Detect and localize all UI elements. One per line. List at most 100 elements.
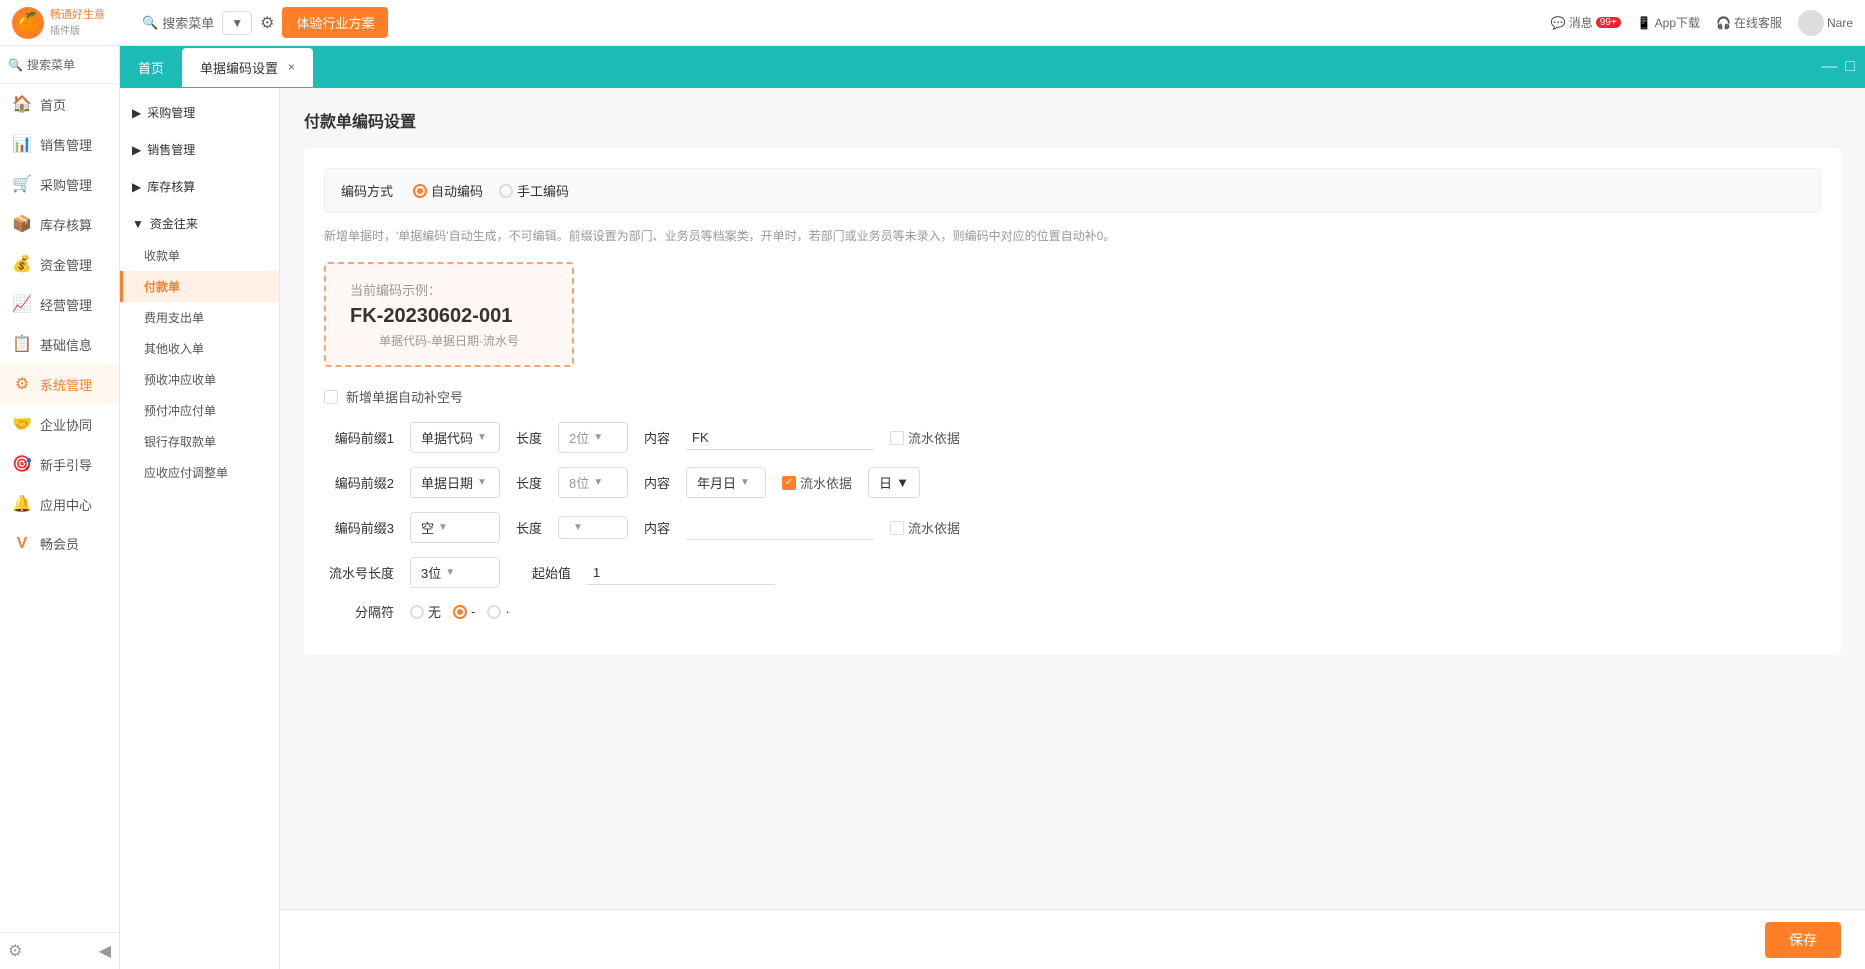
sidebar-bottom: ⚙ ◀ xyxy=(0,932,119,969)
chevron-down-icon: ▼ xyxy=(896,475,909,490)
sidebar-search[interactable]: 🔍 搜索菜单 xyxy=(0,46,119,84)
sub-item-prepay-receivable[interactable]: 预收冲应收单 xyxy=(120,364,279,395)
length3-select[interactable]: ▼ xyxy=(558,516,628,539)
length2-select[interactable]: 8位 ▼ xyxy=(558,467,628,498)
preview-label: 当前编码示例： xyxy=(350,283,441,298)
radio-auto-label: 自动编码 xyxy=(431,181,483,200)
serial-length-select[interactable]: 3位 ▼ xyxy=(410,557,500,588)
content2-label: 内容 xyxy=(644,473,670,492)
sep-dot2[interactable]: · xyxy=(487,604,509,619)
radio-auto[interactable]: 自动编码 xyxy=(413,181,483,200)
page-title: 付款单编码设置 xyxy=(304,108,1841,132)
content3-input[interactable] xyxy=(686,516,874,540)
search-icon: 🔍 xyxy=(142,15,158,31)
sidebar-item-appstore[interactable]: 🔔 应用中心 xyxy=(0,484,119,524)
service-icon: 🎧 xyxy=(1716,16,1731,30)
sidebar-item-guide[interactable]: 🎯 新手引导 xyxy=(0,444,119,484)
message-badge: 99+ xyxy=(1596,17,1621,28)
start-value-input[interactable] xyxy=(587,561,775,585)
tab-home-label: 首页 xyxy=(138,58,164,77)
serial3-label: 流水依据 xyxy=(908,518,960,537)
sub-item-adjustment[interactable]: 应收应付调整单 xyxy=(120,457,279,488)
message-icon: 💬 xyxy=(1551,16,1566,30)
minimize-icon[interactable]: — xyxy=(1821,58,1837,76)
tab-close-icon[interactable]: × xyxy=(288,60,295,74)
settings-bottom-icon[interactable]: ⚙ xyxy=(8,941,22,961)
radio-manual[interactable]: 手工编码 xyxy=(499,181,569,200)
sidebar-item-vip[interactable]: V 畅会员 xyxy=(0,524,119,563)
length1-select[interactable]: 2位 ▼ xyxy=(558,422,628,453)
sidebar-item-inventory[interactable]: 📦 库存核算 xyxy=(0,204,119,244)
serial2-check[interactable]: ✓ 流水依据 xyxy=(782,473,852,492)
finance-icon: 💰 xyxy=(12,254,32,274)
sidebar-item-purchase[interactable]: 🛒 采购管理 xyxy=(0,164,119,204)
layout: 🔍 搜索菜单 🏠 首页 📊 销售管理 🛒 采购管理 📦 库存核算 💰 资金管理 … xyxy=(0,46,1865,969)
sidebar-item-system[interactable]: ⚙ 系统管理 xyxy=(0,364,119,404)
sidebar-item-sales[interactable]: 📊 销售管理 xyxy=(0,124,119,164)
serial1-check[interactable]: 流水依据 xyxy=(890,428,960,447)
chevron-down-icon: ▼ xyxy=(573,522,583,533)
guide-icon: 🎯 xyxy=(12,454,32,474)
topbar-dropdown[interactable]: ▼ xyxy=(222,11,252,35)
auto-fill-checkbox[interactable] xyxy=(324,390,338,404)
sub-item-receipt[interactable]: 收款单 xyxy=(120,240,279,271)
prefix2-select[interactable]: 单据日期 ▼ xyxy=(410,467,500,498)
sidebar-item-label: 经营管理 xyxy=(40,295,92,314)
maximize-icon[interactable]: □ xyxy=(1845,58,1855,76)
length2-label: 长度 xyxy=(516,473,542,492)
sep-dot1-circle xyxy=(453,605,467,619)
prefix3-select[interactable]: 空 ▼ xyxy=(410,512,500,543)
separator-label: 分隔符 xyxy=(324,602,394,621)
topbar-search[interactable]: 🔍 搜索菜单 xyxy=(142,13,214,32)
content2-select[interactable]: 年月日 ▼ xyxy=(686,467,766,498)
bottom-bar: 保存 xyxy=(280,909,1865,969)
sep-none[interactable]: 无 xyxy=(410,602,441,621)
sub-group-sales-title[interactable]: ▶ 销售管理 xyxy=(120,133,279,166)
sub-group-purchase-title[interactable]: ▶ 采购管理 xyxy=(120,96,279,129)
sidebar-item-finance[interactable]: 💰 资金管理 xyxy=(0,244,119,284)
day-select[interactable]: 日 ▼ xyxy=(868,467,920,498)
length1-label: 长度 xyxy=(516,428,542,447)
sub-item-payment[interactable]: 付款单 xyxy=(120,271,279,302)
sub-item-other-income[interactable]: 其他收入单 xyxy=(120,333,279,364)
radio-manual-label: 手工编码 xyxy=(517,181,569,200)
download-button[interactable]: 📱 App下载 xyxy=(1637,14,1700,31)
service-button[interactable]: 🎧 在线客服 xyxy=(1716,14,1782,31)
sidebar-item-cooperation[interactable]: 🤝 企业协同 xyxy=(0,404,119,444)
prefix1-select[interactable]: 单据代码 ▼ xyxy=(410,422,500,453)
tab-encoding[interactable]: 单据编码设置 × xyxy=(182,48,313,87)
sub-group-inventory-title[interactable]: ▶ 库存核算 xyxy=(120,170,279,203)
logo: 🍊 畅通好生意 插件版 xyxy=(12,7,132,39)
sep-dot1[interactable]: - xyxy=(453,604,475,619)
sidebar-item-home[interactable]: 🏠 首页 xyxy=(0,84,119,124)
collapse-icon[interactable]: ◀ xyxy=(99,941,111,961)
sep-dot2-circle xyxy=(487,605,501,619)
sidebar-item-label: 库存核算 xyxy=(40,215,92,234)
message-button[interactable]: 💬 消息 99+ xyxy=(1551,14,1621,31)
desc-text: 新增单据时，'单据编码'自动生成，不可编辑。前缀设置为部门、业务员等档案类，开单… xyxy=(324,227,1821,246)
save-button[interactable]: 保存 xyxy=(1765,922,1841,958)
serial1-checkbox[interactable] xyxy=(890,431,904,445)
chevron-down-icon: ▼ xyxy=(477,432,487,443)
radio-auto-circle xyxy=(413,184,427,198)
user-profile[interactable]: Nare xyxy=(1798,10,1853,36)
sub-item-expense[interactable]: 费用支出单 xyxy=(120,302,279,333)
industry-plan-button[interactable]: 体验行业方案 xyxy=(282,7,388,38)
sub-item-prepay-payable[interactable]: 预付冲应付单 xyxy=(120,395,279,426)
sub-group-funds-title[interactable]: ▼ 资金往来 xyxy=(120,207,279,240)
chevron-right-icon: ▶ xyxy=(132,180,141,194)
chevron-right-icon: ▶ xyxy=(132,143,141,157)
topbar-gear-icon[interactable]: ⚙ xyxy=(260,13,274,33)
sidebar-item-label: 畅会员 xyxy=(40,534,79,553)
content1-input[interactable] xyxy=(686,426,874,450)
tab-home[interactable]: 首页 xyxy=(120,48,182,87)
serial2-checkbox[interactable]: ✓ xyxy=(782,476,796,490)
main: 首页 单据编码设置 × — □ ▶ 采购管理 xyxy=(120,46,1865,969)
preview-box: 当前编码示例： FK-20230602-001 单据代码-单据日期-流水号 xyxy=(324,262,574,367)
serial3-check[interactable]: 流水依据 xyxy=(890,518,960,537)
sidebar-item-basic[interactable]: 📋 基础信息 xyxy=(0,324,119,364)
length2-value: 8位 xyxy=(569,473,589,492)
sidebar-item-operations[interactable]: 📈 经营管理 xyxy=(0,284,119,324)
sub-item-bank[interactable]: 银行存取款单 xyxy=(120,426,279,457)
serial3-checkbox[interactable] xyxy=(890,521,904,535)
